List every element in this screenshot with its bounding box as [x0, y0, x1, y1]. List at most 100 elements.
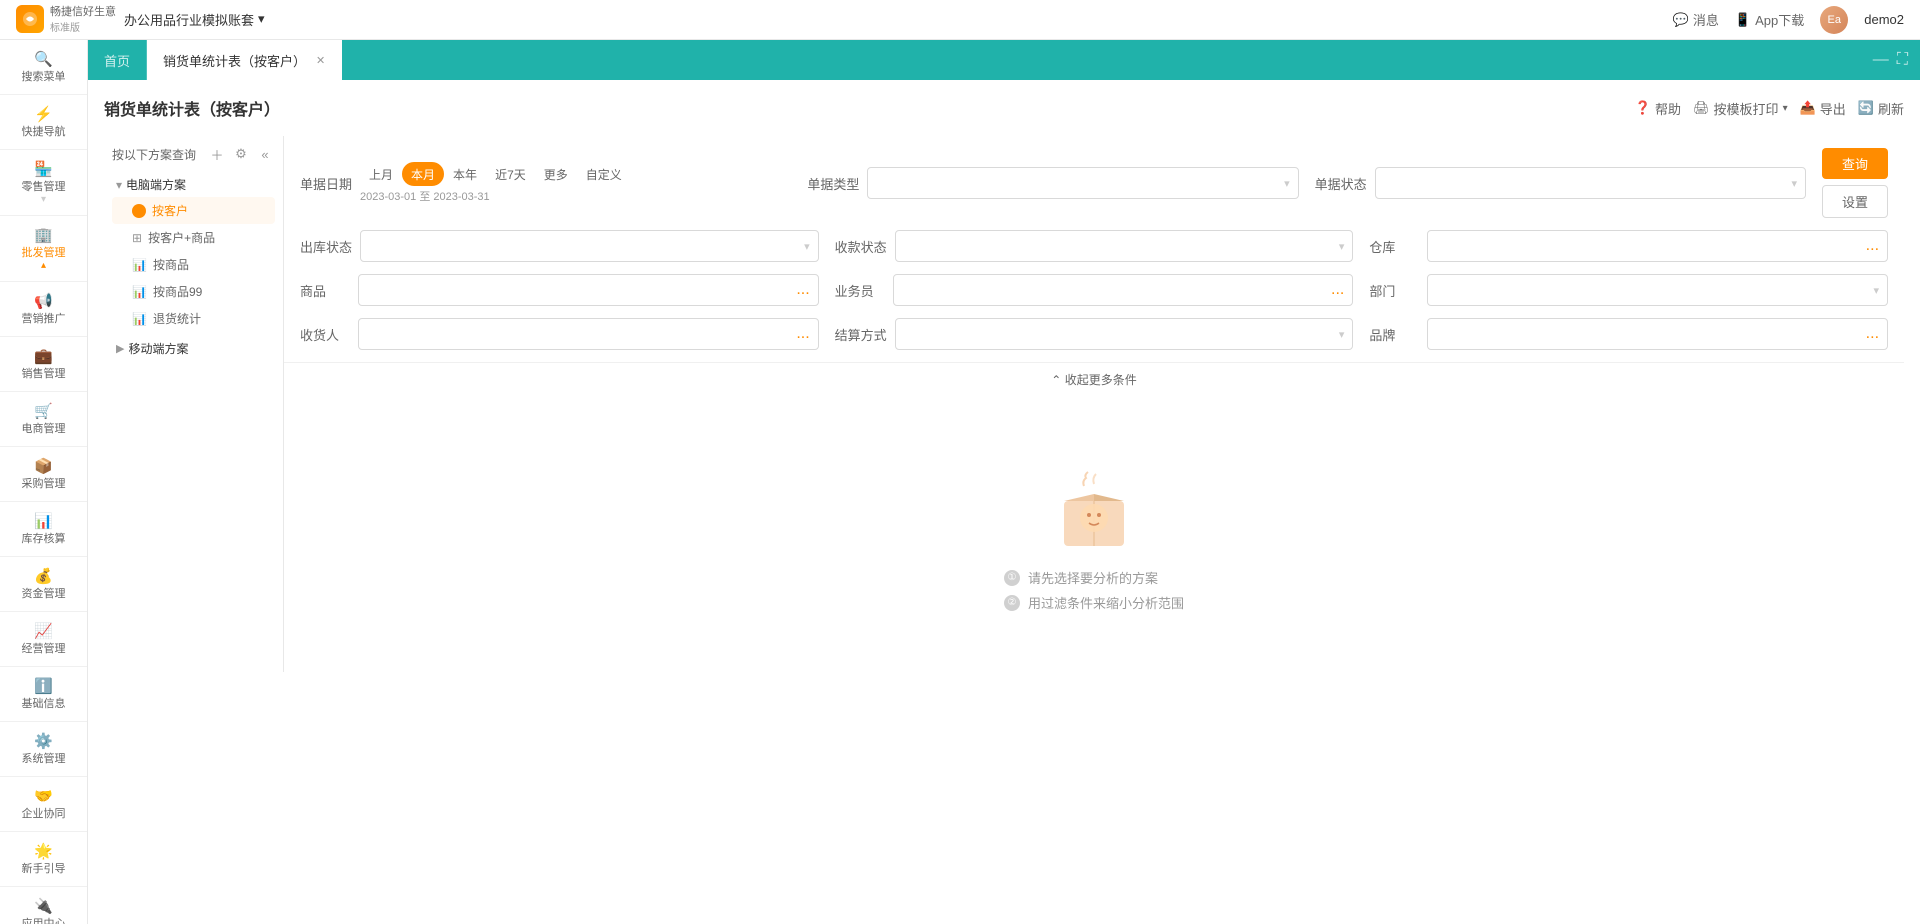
out-status-control[interactable]: ▾ — [360, 230, 819, 262]
customer-scheme-icon — [132, 204, 146, 218]
date-tab-this-year[interactable]: 本年 — [444, 162, 486, 186]
product-dots[interactable]: ... — [796, 281, 809, 299]
workspace-arrow: ▾ — [258, 11, 265, 27]
warehouse-dots[interactable]: ... — [1866, 237, 1879, 255]
scheme-item-return-stats[interactable]: 📊 退货统计 — [112, 305, 275, 332]
receipt-status-label: 收款状态 — [835, 237, 887, 256]
scheme-group-desktop-header[interactable]: ▾ 电脑端方案 — [112, 172, 275, 197]
scheme-item-by-product-99[interactable]: 📊 按商品99 — [112, 278, 275, 305]
settlement-arrow: ▾ — [1339, 328, 1345, 341]
date-tab-custom[interactable]: 自定义 — [577, 162, 631, 186]
date-tab-last-7[interactable]: 近7天 — [486, 162, 535, 186]
scheme-group-mobile: ▶ 移动端方案 — [112, 336, 275, 361]
help-icon: ❓ — [1635, 100, 1651, 116]
sidebar-item-finance[interactable]: 💰 资金管理 — [0, 557, 87, 612]
scheme-item-by-product[interactable]: 📊 按商品 — [112, 251, 275, 278]
message-btn[interactable]: 💬 消息 — [1673, 10, 1719, 29]
product-control[interactable]: ... — [358, 274, 819, 306]
salesperson-dots[interactable]: ... — [1331, 281, 1344, 299]
warehouse-control[interactable]: ... — [1427, 230, 1888, 262]
scheme-item-by-customer-product-label: 按客户+商品 — [148, 229, 215, 246]
filter-product: 商品 ... — [300, 274, 819, 306]
date-tab-this-month[interactable]: 本月 — [402, 162, 444, 186]
tab-home[interactable]: 首页 — [88, 40, 147, 80]
empty-illustration — [1034, 456, 1154, 556]
scheme-item-by-customer-label: 按客户 — [152, 202, 188, 219]
sidebar-item-new-guide[interactable]: 🌟 新手引导 — [0, 832, 87, 887]
sidebar-item-ecommerce[interactable]: 🛒 电商管理 — [0, 392, 87, 447]
tip-num-1: ① — [1004, 570, 1020, 586]
enterprise-label: 企业协同 — [22, 805, 66, 821]
sidebar-item-operations[interactable]: 📈 经营管理 — [0, 612, 87, 667]
filter-salesperson: 业务员 ... — [835, 274, 1354, 306]
filter-bill-status: 单据状态 ▾ — [1315, 167, 1806, 199]
workspace-name: 办公用品行业模拟账套 — [124, 10, 254, 29]
sidebar-item-purchase[interactable]: 📦 采购管理 — [0, 447, 87, 502]
date-tab-last-month[interactable]: 上月 — [360, 162, 402, 186]
help-btn[interactable]: ❓ 帮助 — [1635, 99, 1681, 118]
export-icon: 📤 — [1800, 100, 1816, 116]
maximize-icon[interactable]: ⛶ — [1897, 51, 1908, 69]
sidebar-item-retail-mgmt[interactable]: 🏪 零售管理 ▾ — [0, 150, 87, 216]
export-btn[interactable]: 📤 导出 — [1800, 99, 1846, 118]
purchase-label: 采购管理 — [22, 475, 66, 491]
app-download-btn[interactable]: 📱 App下载 — [1735, 10, 1804, 29]
sidebar-item-sales-mgmt[interactable]: 💼 销售管理 — [0, 337, 87, 392]
receiver-dots[interactable]: ... — [796, 325, 809, 343]
tab-close-icon[interactable]: ✕ — [316, 54, 325, 67]
retail-mgmt-label: 零售管理 — [22, 178, 66, 194]
scheme-group-mobile-header[interactable]: ▶ 移动端方案 — [112, 336, 275, 361]
query-button[interactable]: 查询 — [1822, 148, 1888, 179]
main-layout: 🔍 搜索菜单 ⚡ 快捷导航 🏪 零售管理 ▾ 🏢 批发管理 ▴ 📢 营销推广 💼… — [0, 40, 1920, 924]
salesperson-control[interactable]: ... — [893, 274, 1354, 306]
settlement-control[interactable]: ▾ — [895, 318, 1354, 350]
chart-icon-3: 📊 — [132, 312, 147, 326]
workspace-selector[interactable]: 办公用品行业模拟账套 ▾ — [124, 10, 265, 29]
sidebar-item-inventory[interactable]: 📊 库存核算 — [0, 502, 87, 557]
bill-type-control[interactable]: ▾ — [867, 167, 1298, 199]
settlement-label: 结算方式 — [835, 325, 887, 344]
logo-label: 标准版 — [50, 19, 116, 34]
bill-type-label: 单据类型 — [807, 174, 859, 193]
brand-control[interactable]: ... — [1427, 318, 1888, 350]
collapse-btn[interactable]: ⌃ 收起更多条件 — [284, 362, 1904, 396]
sidebar-item-marketing[interactable]: 📢 营销推广 — [0, 282, 87, 337]
scheme-settings-btn[interactable]: ⚙ — [231, 144, 251, 164]
sidebar-item-basic-info[interactable]: ℹ️ 基础信息 — [0, 667, 87, 722]
sidebar-item-app-center[interactable]: 🔌 应用中心 — [0, 887, 87, 924]
print-icon: 🖨 — [1693, 100, 1710, 116]
scheme-collapse-btn[interactable]: « — [255, 144, 275, 164]
scheme-item-return-stats-label: 退货统计 — [153, 310, 201, 327]
user-avatar[interactable]: Ea — [1820, 6, 1848, 34]
out-status-label: 出库状态 — [300, 237, 352, 256]
user-avatar-text: Ea — [1828, 14, 1841, 26]
scheme-item-by-customer[interactable]: 按客户 — [112, 197, 275, 224]
date-tab-more[interactable]: 更多 — [535, 162, 577, 186]
filter-bill-type: 单据类型 ▾ — [807, 167, 1298, 199]
bill-status-control[interactable]: ▾ — [1375, 167, 1806, 199]
settings-button[interactable]: 设置 — [1822, 185, 1888, 218]
sidebar-item-quick-nav[interactable]: ⚡ 快捷导航 — [0, 95, 87, 150]
refresh-label: 刷新 — [1878, 99, 1904, 118]
sidebar-item-search-menu[interactable]: 🔍 搜索菜单 — [0, 40, 87, 95]
brand-dots[interactable]: ... — [1866, 325, 1879, 343]
template-print-btn[interactable]: 🖨 按模板打印 ▾ — [1693, 99, 1788, 118]
sidebar-item-wholesale-mgmt[interactable]: 🏢 批发管理 ▴ — [0, 216, 87, 282]
collapse-label: 收起更多条件 — [1065, 373, 1137, 387]
chevron-right-icon: ▶ — [116, 342, 124, 355]
refresh-btn[interactable]: 🔄 刷新 — [1858, 99, 1904, 118]
print-arrow-icon: ▾ — [1783, 103, 1788, 114]
receipt-status-control[interactable]: ▾ — [895, 230, 1354, 262]
sidebar-item-system[interactable]: ⚙️ 系统管理 — [0, 722, 87, 777]
sidebar-item-enterprise[interactable]: 🤝 企业协同 — [0, 777, 87, 832]
scheme-add-btn[interactable]: ＋ — [207, 144, 227, 164]
logo-text-area: 畅捷信好生意 标准版 — [50, 5, 116, 34]
scheme-item-by-customer-product[interactable]: ⊞ 按客户+商品 — [112, 224, 275, 251]
filter-brand: 品牌 ... — [1369, 318, 1888, 350]
receiver-control[interactable]: ... — [358, 318, 819, 350]
tab-sales-stat[interactable]: 销货单统计表（按客户） ✕ — [147, 40, 342, 80]
department-control[interactable]: ▾ — [1427, 274, 1888, 306]
page-actions: ❓ 帮助 🖨 按模板打印 ▾ 📤 导出 🔄 刷新 — [1635, 99, 1904, 118]
minimize-icon[interactable]: — — [1873, 51, 1889, 69]
app-center-label: 应用中心 — [22, 915, 66, 924]
